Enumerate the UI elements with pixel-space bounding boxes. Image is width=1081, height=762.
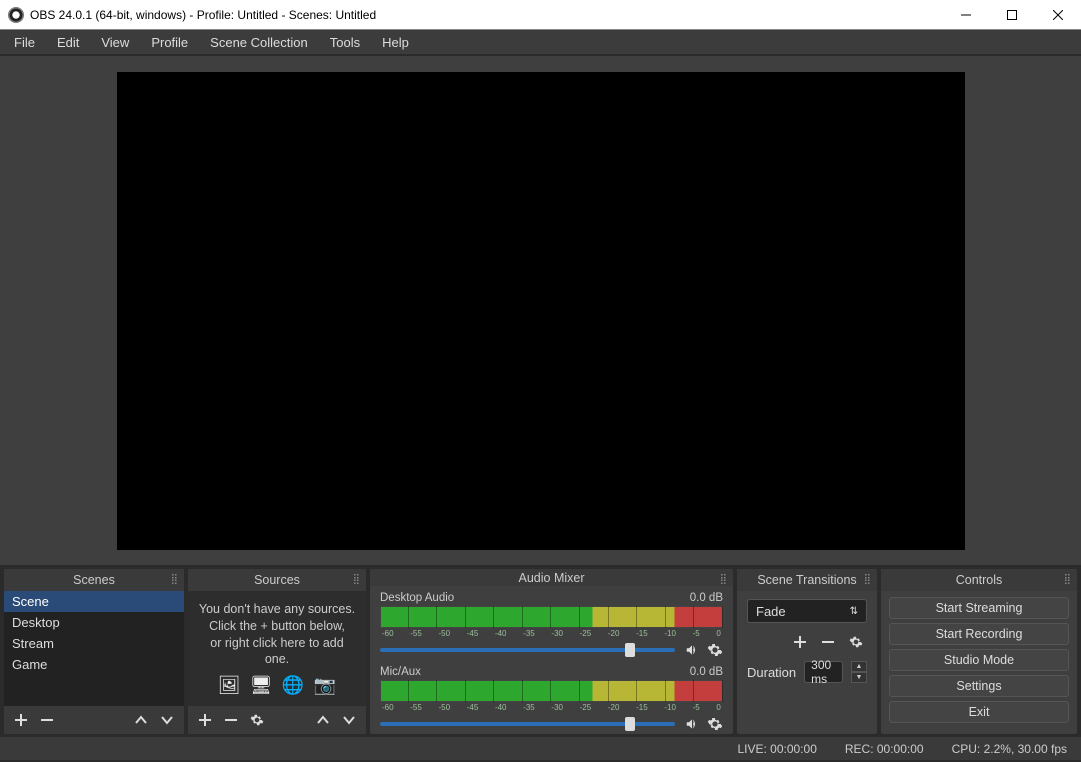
duration-label: Duration [747,665,796,680]
dock-grip-icon[interactable]: ⣿ [353,574,360,585]
sources-title: Sources [254,573,300,587]
audio-mixer-dock: Audio Mixer ⣿ Desktop Audio 0.0 dB -60-55… [370,569,733,734]
duration-down-button[interactable]: ▼ [851,672,867,683]
mixer-channel-desktop: Desktop Audio 0.0 dB -60-55-50-45-40-35-… [380,592,723,658]
scene-add-button[interactable] [10,709,32,731]
mixer-volume-slider[interactable] [380,648,675,652]
status-live: LIVE: 00:00:00 [737,742,816,756]
mixer-meter [380,680,723,702]
sources-empty-text: Click the + button below, [209,618,345,635]
mixer-channel-name: Desktop Audio [380,592,454,604]
duration-up-button[interactable]: ▲ [851,661,867,672]
transition-selected: Fade [756,604,786,619]
mixer-meter [380,606,723,628]
speaker-icon[interactable] [683,643,701,657]
start-recording-button[interactable]: Start Recording [889,623,1069,645]
source-properties-button[interactable] [246,709,268,731]
sources-dock: Sources ⣿ You don't have any sources. Cli… [188,569,366,734]
chevron-updown-icon: ⇅ [850,606,858,617]
menu-view[interactable]: View [91,32,139,53]
menu-file[interactable]: File [4,32,45,53]
sources-empty-text: or right click here to add one. [198,635,356,669]
transition-properties-button[interactable] [845,631,867,653]
image-source-icon: 🖼 [216,674,242,696]
source-down-button[interactable] [338,709,360,731]
gear-icon[interactable] [707,642,723,658]
mixer-db-scale: -60-55-50-45-40-35-30-25-20-15-10-50 [380,703,723,712]
status-cpu: CPU: 2.2%, 30.00 fps [952,742,1067,756]
mixer-channel-level: 0.0 dB [690,592,723,604]
transition-select[interactable]: Fade ⇅ [747,599,867,623]
preview-canvas[interactable] [117,72,965,550]
mixer-db-scale: -60-55-50-45-40-35-30-25-20-15-10-50 [380,629,723,638]
source-add-button[interactable] [194,709,216,731]
sources-empty-area[interactable]: You don't have any sources. Click the + … [188,591,366,706]
dock-grip-icon[interactable]: ⣿ [1064,574,1071,585]
controls-title: Controls [956,573,1003,587]
menu-tools[interactable]: Tools [320,32,370,53]
status-rec: REC: 00:00:00 [845,742,924,756]
dock-grip-icon[interactable]: ⣿ [720,574,727,585]
mixer-volume-slider[interactable] [380,722,675,726]
controls-dock: Controls ⣿ Start Streaming Start Recordin… [881,569,1077,734]
scene-item[interactable]: Desktop [4,612,184,633]
menu-edit[interactable]: Edit [47,32,89,53]
window-title: OBS 24.0.1 (64-bit, windows) - Profile: … [30,8,376,22]
source-remove-button[interactable] [220,709,242,731]
window-titlebar: OBS 24.0.1 (64-bit, windows) - Profile: … [0,0,1081,30]
scene-item[interactable]: Scene [4,591,184,612]
mixer-channel-level: 0.0 dB [690,666,723,678]
mixer-channel-mic: Mic/Aux 0.0 dB -60-55-50-45-40-35-30-25-… [380,666,723,732]
menu-help[interactable]: Help [372,32,419,53]
duration-input[interactable]: 300 ms [804,661,843,683]
transition-add-button[interactable] [789,631,811,653]
scene-item[interactable]: Game [4,654,184,675]
start-streaming-button[interactable]: Start Streaming [889,597,1069,619]
exit-button[interactable]: Exit [889,701,1069,723]
scenes-list[interactable]: Scene Desktop Stream Game [4,591,184,706]
speaker-icon[interactable] [683,717,701,731]
settings-button[interactable]: Settings [889,675,1069,697]
transitions-title: Scene Transitions [757,573,856,587]
display-source-icon: 🖥 [248,674,274,696]
scene-up-button[interactable] [130,709,152,731]
transitions-dock: Scene Transitions ⣿ Fade ⇅ Duration 300 m… [737,569,877,734]
preview-area [0,56,1081,565]
scenes-dock: Scenes ⣿ Scene Desktop Stream Game [4,569,184,734]
transition-remove-button[interactable] [817,631,839,653]
camera-source-icon: 📷 [312,674,338,696]
studio-mode-button[interactable]: Studio Mode [889,649,1069,671]
obs-logo-icon [8,7,24,23]
gear-icon[interactable] [707,716,723,732]
minimize-button[interactable] [943,0,989,30]
menu-scene-collection[interactable]: Scene Collection [200,32,318,53]
menu-profile[interactable]: Profile [141,32,198,53]
status-bar: LIVE: 00:00:00 REC: 00:00:00 CPU: 2.2%, … [0,736,1081,760]
scene-remove-button[interactable] [36,709,58,731]
mixer-title: Audio Mixer [519,571,585,585]
source-up-button[interactable] [312,709,334,731]
scene-down-button[interactable] [156,709,178,731]
menu-bar: File Edit View Profile Scene Collection … [0,30,1081,56]
dock-grip-icon[interactable]: ⣿ [171,574,178,585]
browser-source-icon: 🌐 [280,674,306,696]
sources-empty-text: You don't have any sources. [199,601,355,618]
scenes-title: Scenes [73,573,115,587]
mixer-channel-name: Mic/Aux [380,666,421,678]
close-button[interactable] [1035,0,1081,30]
scene-item[interactable]: Stream [4,633,184,654]
maximize-button[interactable] [989,0,1035,30]
dock-grip-icon[interactable]: ⣿ [864,574,871,585]
